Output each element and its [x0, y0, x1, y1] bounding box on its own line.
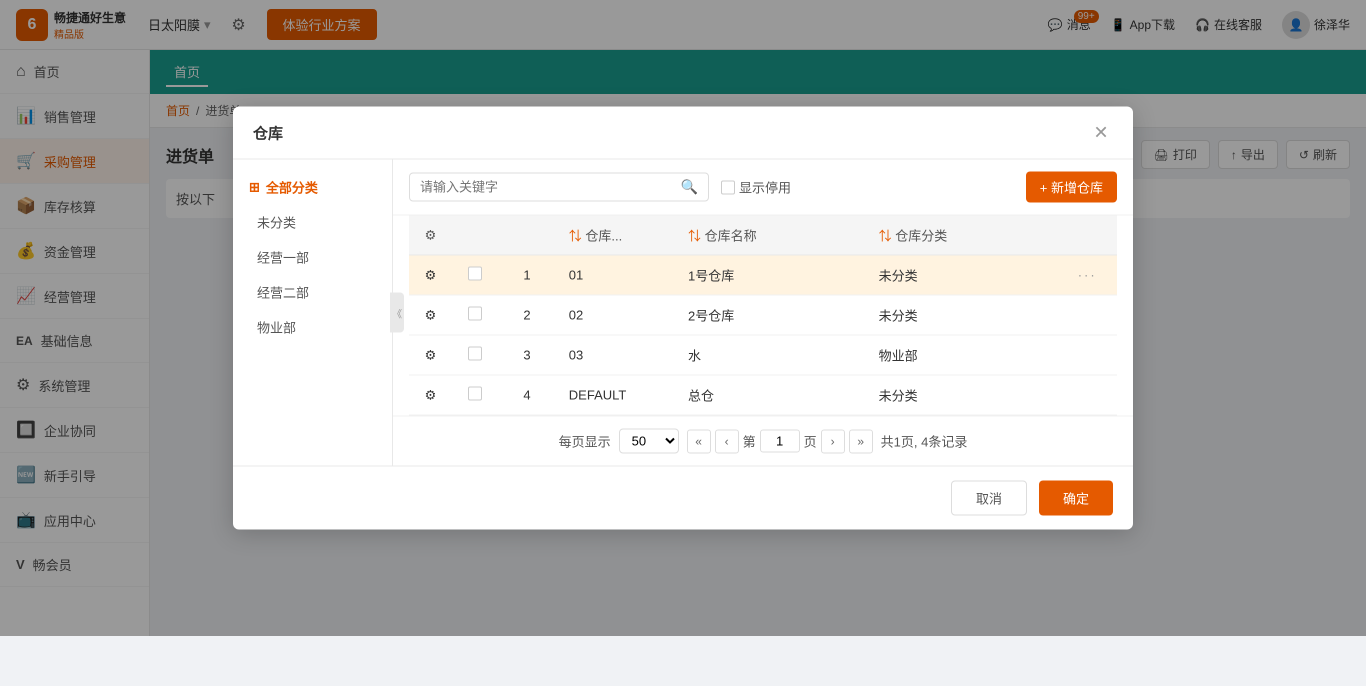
row-category: 未分类: [867, 295, 1058, 335]
row-name: 1号仓库: [676, 255, 867, 295]
search-icon: 🔍: [681, 179, 698, 196]
row-gear: ⚙: [409, 375, 452, 415]
category-item-unclassified[interactable]: 未分类: [233, 205, 392, 240]
row-checkbox[interactable]: [452, 335, 497, 375]
row-category: 物业部: [867, 335, 1058, 375]
confirm-button[interactable]: 确定: [1039, 481, 1113, 516]
page-size-select[interactable]: 50 20 100: [619, 429, 679, 454]
category-all[interactable]: ⊞ 全部分类: [233, 170, 392, 205]
category-item-ops2[interactable]: 经营二部: [233, 275, 392, 310]
th-checkbox: [452, 216, 497, 256]
table-row[interactable]: ⚙ 4 DEFAULT 总仓 未分类: [409, 375, 1117, 415]
show-disabled-checkbox[interactable]: 显示停用: [721, 178, 791, 197]
last-page-button[interactable]: »: [849, 429, 873, 453]
row-category: 未分类: [867, 375, 1058, 415]
row-gear: ⚙: [409, 295, 452, 335]
warehouse-table: ⚙ ⇅ 仓库... ⇅ 仓库名称 ⇅ 仓库分类: [409, 216, 1117, 416]
row-actions[interactable]: [1057, 335, 1117, 375]
modal-toolbar: 🔍 显示停用 + 新增仓库: [393, 160, 1133, 216]
table-row[interactable]: ⚙ 2 02 2号仓库 未分类: [409, 295, 1117, 335]
modal-table-wrap: ⚙ ⇅ 仓库... ⇅ 仓库名称 ⇅ 仓库分类: [393, 216, 1133, 416]
row-gear: ⚙: [409, 335, 452, 375]
table-row[interactable]: ⚙ 3 03 水 物业部: [409, 335, 1117, 375]
table-header: ⚙ ⇅ 仓库... ⇅ 仓库名称 ⇅ 仓库分类: [409, 216, 1117, 256]
modal-main: 🔍 显示停用 + 新增仓库 ⚙: [393, 160, 1133, 466]
first-page-button[interactable]: «: [687, 429, 711, 453]
row-category: 未分类: [867, 255, 1058, 295]
row-gear: ⚙: [409, 255, 452, 295]
row-checkbox[interactable]: [452, 295, 497, 335]
sidebar-collapse-button[interactable]: 《: [390, 293, 404, 333]
search-input[interactable]: [420, 180, 675, 195]
row-num: 3: [497, 335, 557, 375]
disabled-checkbox-box: [721, 180, 735, 194]
page-nav: « ‹ 第 页 › »: [687, 429, 873, 453]
table-row[interactable]: ⚙ 1 01 1号仓库 未分类 ···: [409, 255, 1117, 295]
row-name: 水: [676, 335, 867, 375]
show-disabled-label: 显示停用: [739, 178, 791, 197]
row-num: 1: [497, 255, 557, 295]
row-checkbox[interactable]: [452, 255, 497, 295]
modal-close-button[interactable]: ✕: [1089, 121, 1113, 145]
modal-header: 仓库 ✕: [233, 107, 1133, 160]
th-actions: [1057, 216, 1117, 256]
th-name[interactable]: ⇅ 仓库名称: [676, 216, 867, 256]
page-size-label: 每页显示: [559, 432, 611, 451]
next-page-button[interactable]: ›: [821, 429, 845, 453]
table-body: ⚙ 1 01 1号仓库 未分类 ··· ⚙: [409, 255, 1117, 415]
category-item-ops1[interactable]: 经营一部: [233, 240, 392, 275]
grid-icon: ⊞: [249, 179, 260, 195]
warehouse-modal: 仓库 ✕ ⊞ 全部分类 未分类 经营一部 经营二部 物业部 《 🔍: [233, 107, 1133, 530]
th-category[interactable]: ⇅ 仓库分类: [867, 216, 1058, 256]
row-actions[interactable]: [1057, 375, 1117, 415]
th-num: [497, 216, 557, 256]
th-code[interactable]: ⇅ 仓库...: [557, 216, 676, 256]
modal-title: 仓库: [253, 122, 283, 143]
row-num: 4: [497, 375, 557, 415]
modal-category-sidebar: ⊞ 全部分类 未分类 经营一部 经营二部 物业部 《: [233, 160, 393, 466]
row-actions[interactable]: [1057, 295, 1117, 335]
page-unit: 页: [804, 432, 817, 451]
modal-body: ⊞ 全部分类 未分类 经营一部 经营二部 物业部 《 🔍 显示停用: [233, 160, 1133, 466]
category-item-property[interactable]: 物业部: [233, 310, 392, 345]
add-warehouse-button[interactable]: + 新增仓库: [1026, 172, 1117, 203]
row-name: 总仓: [676, 375, 867, 415]
row-code: 01: [557, 255, 676, 295]
modal-pagination: 每页显示 50 20 100 « ‹ 第 页 › » 共1页, 4条记录: [393, 416, 1133, 466]
row-actions[interactable]: ···: [1057, 255, 1117, 295]
modal-footer: 取消 确定: [233, 466, 1133, 530]
row-num: 2: [497, 295, 557, 335]
total-info: 共1页, 4条记录: [881, 432, 968, 451]
row-checkbox[interactable]: [452, 375, 497, 415]
row-name: 2号仓库: [676, 295, 867, 335]
cancel-button[interactable]: 取消: [951, 481, 1027, 516]
category-all-label: 全部分类: [266, 178, 318, 197]
row-code: 02: [557, 295, 676, 335]
page-label: 第: [743, 432, 756, 451]
search-box: 🔍: [409, 173, 709, 202]
row-code: 03: [557, 335, 676, 375]
th-gear: ⚙: [409, 216, 452, 256]
row-code: DEFAULT: [557, 375, 676, 415]
page-input[interactable]: [760, 430, 800, 453]
prev-page-button[interactable]: ‹: [715, 429, 739, 453]
